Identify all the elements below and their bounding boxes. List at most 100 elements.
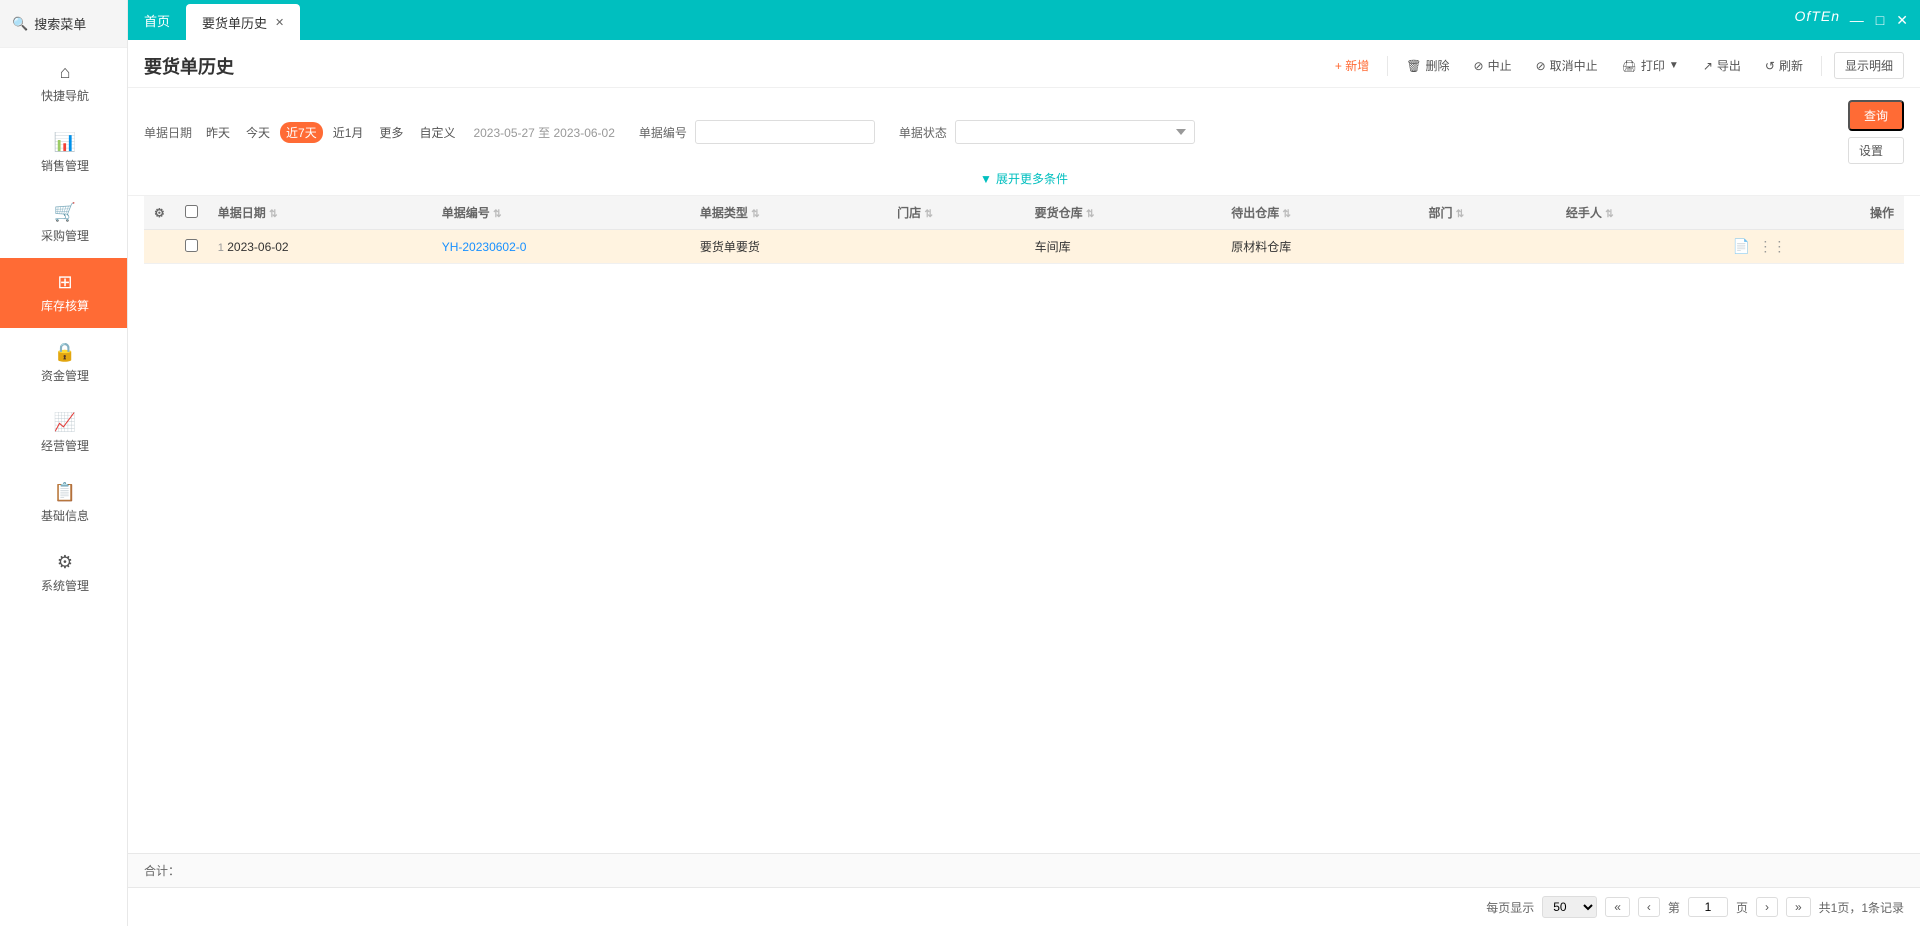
filter-area: 单据日期 昨天 今天 近7天 近1月 更多 自定义 2023-05-27 至 2… — [128, 88, 1920, 196]
query-button[interactable]: 查询 — [1848, 100, 1904, 131]
table-header-row: ⚙ 单据日期 ⇅ 单据编号 ⇅ 单据类型 ⇅ — [144, 196, 1904, 230]
sidebar-item-system[interactable]: ⚙ 系统管理 — [0, 538, 127, 608]
settings-button[interactable]: 设置 — [1848, 137, 1904, 164]
sort-icon3: ⇅ — [751, 209, 759, 220]
status-filter: 单据状态 — [899, 120, 1195, 144]
minimize-icon[interactable]: — — [1850, 12, 1864, 28]
tab-requisition-label: 要货单历史 — [202, 13, 267, 32]
delete-button[interactable]: 🗑 删除 — [1400, 53, 1455, 78]
brand-text: OfTEn — [1795, 8, 1840, 24]
sort-icon: ⇅ — [269, 209, 277, 220]
doc-no-link[interactable]: YH-20230602-0 — [442, 240, 527, 254]
sort-icon5: ⇅ — [1086, 209, 1094, 220]
print-button[interactable]: 🖨 打印 ▼ — [1616, 53, 1685, 78]
col-doc-no[interactable]: 单据编号 ⇅ — [432, 196, 690, 230]
sidebar-item-sales[interactable]: 📊 销售管理 — [0, 118, 127, 188]
col-doc-type[interactable]: 单据类型 ⇅ — [690, 196, 887, 230]
date-btn-7days[interactable]: 近7天 — [280, 122, 323, 143]
sort-icon2: ⇅ — [493, 209, 501, 220]
show-detail-label: 显示明细 — [1845, 57, 1893, 74]
row-select-checkbox[interactable] — [185, 239, 198, 252]
page-suffix: 页 — [1736, 899, 1748, 916]
refresh-button[interactable]: ↺ 刷新 — [1759, 53, 1809, 78]
page-content: 要货单历史 + 新增 🗑 删除 ⊘ 中止 ⊘ 取消中止 — [128, 40, 1920, 926]
page-size-select[interactable]: 50 100 200 — [1542, 896, 1597, 918]
tab-requisition-history[interactable]: 要货单历史 ✕ — [186, 4, 300, 40]
sidebar-item-purchase[interactable]: 🛒 采购管理 — [0, 188, 127, 258]
stop-button[interactable]: ⊘ 中止 — [1468, 53, 1518, 78]
date-btn-more[interactable]: 更多 — [373, 122, 409, 143]
tab-home[interactable]: 首页 — [128, 0, 186, 40]
status-select[interactable] — [955, 120, 1195, 144]
col-settings[interactable]: ⚙ — [144, 196, 175, 230]
refresh-label: 刷新 — [1779, 57, 1803, 74]
date-btn-month[interactable]: 近1月 — [327, 122, 370, 143]
separator2 — [1821, 56, 1822, 76]
date-filter-label: 单据日期 — [144, 124, 192, 141]
col-doc-date[interactable]: 单据日期 ⇅ — [208, 196, 432, 230]
sidebar-item-label: 经营管理 — [41, 437, 89, 454]
expand-more[interactable]: ▼ 展开更多条件 — [144, 170, 1904, 187]
toolbar: + 新增 🗑 删除 ⊘ 中止 ⊘ 取消中止 🖨 — [1329, 52, 1904, 79]
sort-icon4: ⇅ — [925, 209, 933, 220]
sidebar-item-finance[interactable]: 🔒 资金管理 — [0, 328, 127, 398]
cancel-stop-button[interactable]: ⊘ 取消中止 — [1530, 53, 1604, 78]
page-number-input[interactable] — [1688, 897, 1728, 917]
col-pending-warehouse[interactable]: 待出仓库 ⇅ — [1221, 196, 1418, 230]
sidebar-item-inventory[interactable]: ⊞ 库存核算 — [0, 258, 127, 328]
date-filter: 单据日期 昨天 今天 近7天 近1月 更多 自定义 2023-05-27 至 2… — [144, 122, 615, 143]
row-more-icon[interactable]: ⋮⋮ — [1758, 238, 1786, 255]
maximize-icon[interactable]: □ — [1876, 12, 1884, 28]
row-doc-no: YH-20230602-0 — [432, 230, 690, 264]
home-icon: ⌂ — [60, 62, 71, 83]
date-range-display: 2023-05-27 至 2023-06-02 — [473, 124, 614, 141]
row-edit-icon[interactable]: 📄 — [1733, 238, 1750, 255]
col-department[interactable]: 部门 ⇅ — [1418, 196, 1555, 230]
date-btn-today[interactable]: 今天 — [240, 122, 276, 143]
tab-close-icon[interactable]: ✕ — [275, 16, 284, 29]
sidebar-item-operations[interactable]: 📈 经营管理 — [0, 398, 127, 468]
sidebar-search[interactable]: 🔍 搜索菜单 — [0, 0, 127, 48]
prev-page-button[interactable]: ‹ — [1638, 897, 1660, 917]
first-page-button[interactable]: « — [1605, 897, 1630, 917]
separator — [1387, 56, 1388, 76]
show-detail-button[interactable]: 显示明细 — [1834, 52, 1904, 79]
page-title: 要货单历史 — [144, 53, 234, 79]
filter-row: 单据日期 昨天 今天 近7天 近1月 更多 自定义 2023-05-27 至 2… — [144, 100, 1904, 164]
sidebar-item-label: 系统管理 — [41, 577, 89, 594]
new-button[interactable]: + 新增 — [1329, 53, 1375, 78]
date-btn-yesterday[interactable]: 昨天 — [200, 122, 236, 143]
sidebar-item-quick-nav[interactable]: ⌂ 快捷导航 — [0, 48, 127, 118]
total-info: 共1页，1条记录 — [1819, 899, 1904, 916]
col-store[interactable]: 门店 ⇅ — [887, 196, 1024, 230]
export-button[interactable]: ↗ 导出 — [1697, 53, 1747, 78]
summary-label: 合计： — [144, 862, 180, 879]
cancel-stop-icon: ⊘ — [1536, 59, 1546, 73]
row-doc-type: 要货单要货 — [690, 230, 887, 264]
next-page-button[interactable]: › — [1756, 897, 1778, 917]
pagination: 每页显示 50 100 200 « ‹ 第 页 › » 共1页，1条记录 — [128, 887, 1920, 926]
date-btn-custom[interactable]: 自定义 — [413, 122, 461, 143]
sidebar-item-base[interactable]: 📋 基础信息 — [0, 468, 127, 538]
page-label: 第 — [1668, 899, 1680, 916]
data-table: ⚙ 单据日期 ⇅ 单据编号 ⇅ 单据类型 ⇅ — [144, 196, 1904, 264]
sort-icon7: ⇅ — [1456, 209, 1464, 220]
purchase-icon: 🛒 — [54, 202, 76, 223]
last-page-button[interactable]: » — [1786, 897, 1811, 917]
tab-home-label: 首页 — [144, 11, 170, 30]
close-icon[interactable]: ✕ — [1896, 12, 1908, 29]
col-handler[interactable]: 经手人 ⇅ — [1556, 196, 1723, 230]
table-row: 1 2023-06-02 YH-20230602-0 要货单要货 车间库 原材料… — [144, 230, 1904, 264]
main-content: 首页 要货单历史 ✕ OfTEn — □ ✕ 要货单历史 + 新增 — [128, 0, 1920, 926]
row-store — [887, 230, 1024, 264]
col-action: 操作 — [1723, 196, 1904, 230]
col-req-warehouse[interactable]: 要货仓库 ⇅ — [1025, 196, 1222, 230]
row-num: 1 2023-06-02 — [208, 230, 432, 264]
stop-icon: ⊘ — [1474, 59, 1484, 73]
select-all-checkbox[interactable] — [185, 205, 198, 218]
print-label: 打印 — [1641, 57, 1665, 74]
refresh-icon: ↺ — [1765, 59, 1775, 73]
status-label: 单据状态 — [899, 124, 947, 141]
doc-no-input[interactable] — [695, 120, 875, 144]
page-size-label: 每页显示 — [1486, 899, 1534, 916]
